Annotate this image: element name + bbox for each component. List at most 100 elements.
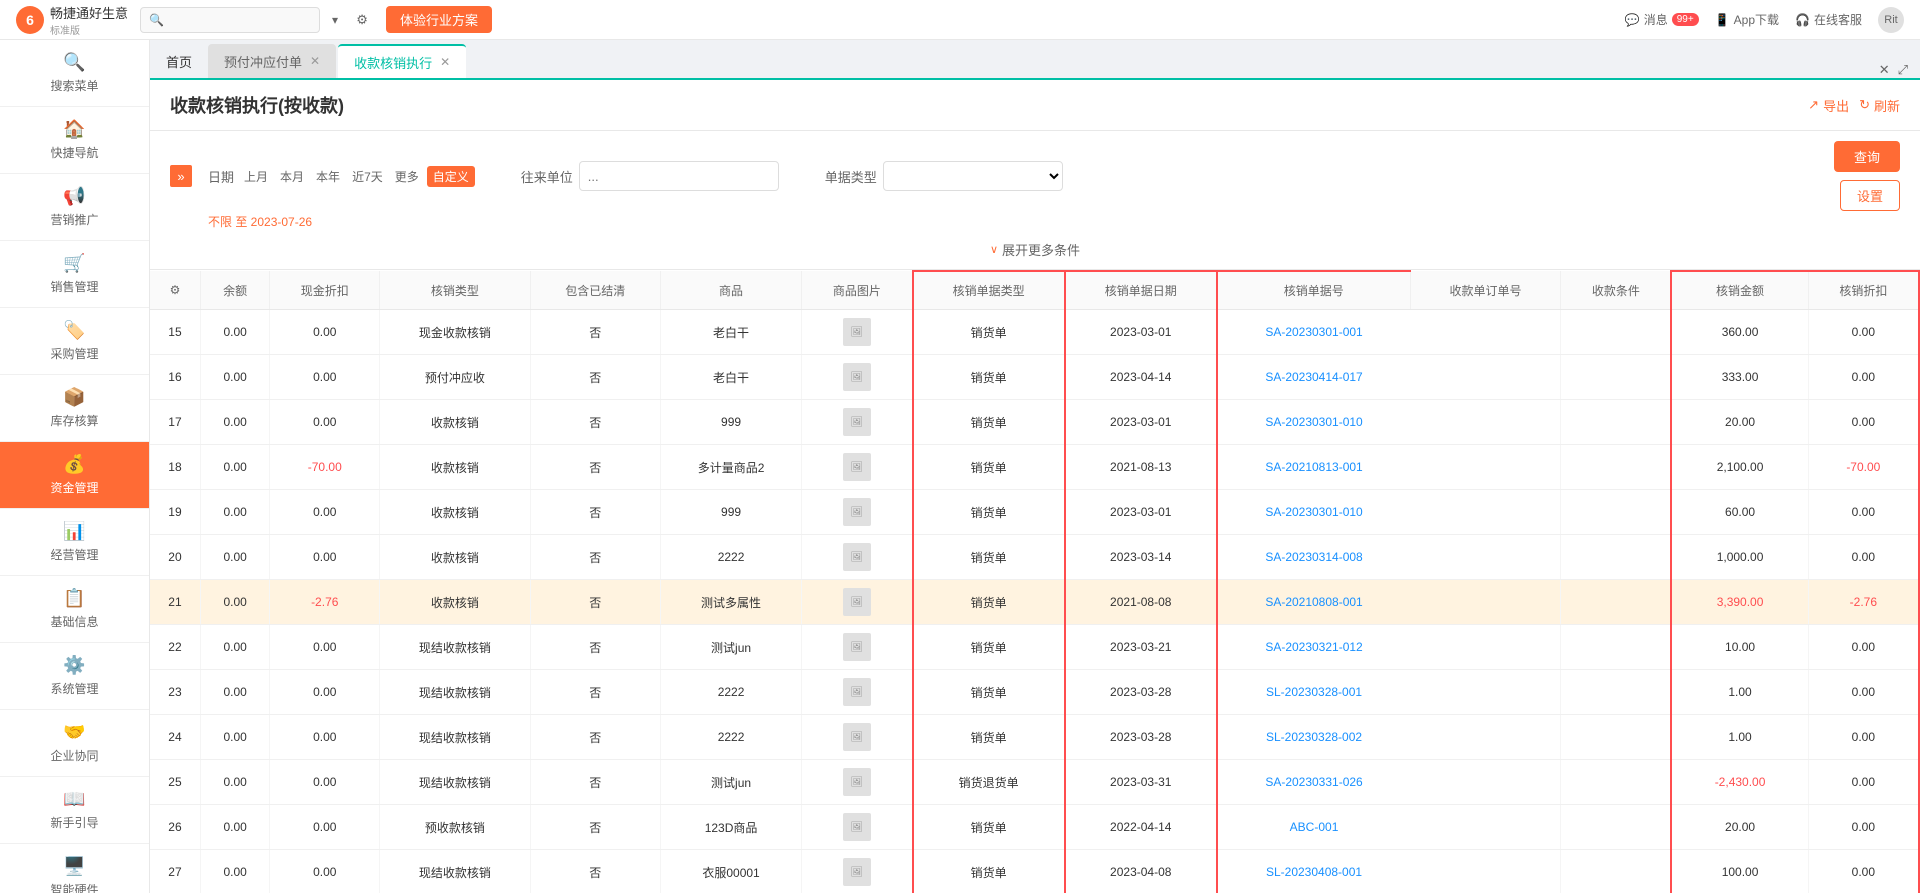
sidebar-item-hardware[interactable]: 🖥️ 智能硬件 [0, 844, 149, 893]
date-range-display: 不限 至 2023-07-26 [208, 213, 1900, 230]
partner-filter-input[interactable] [579, 161, 779, 191]
tab-close-all-icon[interactable]: ✕ [1879, 62, 1890, 78]
bill-no-link[interactable]: SA-20210808-001 [1265, 595, 1362, 609]
sidebar-item-purchase[interactable]: 🏷️ 采购管理 [0, 308, 149, 375]
bill-no-link[interactable]: SA-20230331-026 [1265, 775, 1362, 789]
online-service-button[interactable]: 🎧 在线客服 [1795, 11, 1862, 28]
bill-no-link[interactable]: SL-20230328-002 [1266, 730, 1362, 744]
cell-seq: 21 [150, 580, 200, 625]
sidebar-item-finance[interactable]: 💰 资金管理 [0, 442, 149, 509]
cell-receipt-order-no [1410, 490, 1560, 535]
bill-no-link[interactable]: SL-20230328-001 [1266, 685, 1362, 699]
cell-receipt-order-no [1410, 670, 1560, 715]
cell-bill-type: 销货单 [913, 580, 1065, 625]
industry-solution-button[interactable]: 体验行业方案 [386, 6, 492, 33]
filter-toggle-button[interactable]: » [170, 165, 192, 187]
date-last-month[interactable]: 上月 [240, 166, 272, 187]
sidebar-label-inventory: 库存核算 [50, 412, 98, 429]
sidebar-item-basic[interactable]: 📋 基础信息 [0, 576, 149, 643]
cell-receipt-condition [1561, 715, 1672, 760]
purchase-icon: 🏷️ [63, 320, 85, 341]
cell-bill-date: 2023-03-14 [1065, 535, 1217, 580]
sales-icon: 🛒 [63, 253, 85, 274]
sidebar-label-system: 系统管理 [50, 680, 98, 697]
cell-write-off-type: 预付冲应收 [380, 355, 530, 400]
sidebar-item-collab[interactable]: 🤝 企业协同 [0, 710, 149, 777]
cell-goods-image: 🖼 [802, 400, 913, 445]
bill-no-link[interactable]: SA-20210813-001 [1265, 460, 1362, 474]
cell-receipt-order-no [1410, 355, 1560, 400]
cell-write-off-amount: 20.00 [1671, 400, 1808, 445]
sidebar-label-sales: 销售管理 [50, 278, 98, 295]
cell-seq: 18 [150, 445, 200, 490]
tab-collection[interactable]: 收款核销执行 ✕ [338, 44, 466, 78]
page-title: 收款核销执行(按收款) [170, 92, 344, 118]
cell-goods-image: 🖼 [802, 355, 913, 400]
refresh-button[interactable]: ↻ 刷新 [1859, 96, 1900, 115]
dropdown-arrow[interactable]: ▾ [332, 13, 338, 27]
th-settings[interactable]: ⚙ [150, 271, 200, 310]
sidebar-item-shortcut[interactable]: 🏠 快捷导航 [0, 107, 149, 174]
settings-gear-icon[interactable]: ⚙ [350, 8, 374, 32]
sidebar-item-system[interactable]: ⚙️ 系统管理 [0, 643, 149, 710]
date-7days[interactable]: 近7天 [348, 166, 387, 187]
app-download-button[interactable]: 📱 App下载 [1715, 11, 1779, 28]
cell-cash-discount: 0.00 [270, 535, 380, 580]
bill-no-link[interactable]: SL-20230408-001 [1266, 865, 1362, 879]
page-content: 收款核销执行(按收款) ↗ 导出 ↻ 刷新 » [150, 80, 1920, 893]
bill-no-link[interactable]: SA-20230301-010 [1265, 415, 1362, 429]
date-this-year[interactable]: 本年 [312, 166, 344, 187]
cell-cash-discount: 0.00 [270, 760, 380, 805]
operation-icon: 📊 [63, 521, 85, 542]
tab-home[interactable]: 首页 [150, 44, 208, 78]
sidebar-item-guide[interactable]: 📖 新手引导 [0, 777, 149, 844]
export-button[interactable]: ↗ 导出 [1808, 96, 1849, 115]
date-more[interactable]: 更多 [391, 166, 423, 187]
bill-no-link[interactable]: SA-20230321-012 [1265, 640, 1362, 654]
cell-cash-discount: 0.00 [270, 355, 380, 400]
query-button[interactable]: 查询 [1834, 141, 1900, 172]
filter-settings-button[interactable]: 设置 [1840, 180, 1900, 211]
refresh-icon: ↻ [1859, 97, 1870, 113]
sidebar-item-marketing[interactable]: 📢 营销推广 [0, 174, 149, 241]
finance-icon: 💰 [63, 454, 85, 475]
content-area: 首页 预付冲应付单 ✕ 收款核销执行 ✕ ✕ ⤢ 收款核销执行(按收款) [150, 40, 1920, 893]
sidebar-item-operation[interactable]: 📊 经营管理 [0, 509, 149, 576]
bill-no-link[interactable]: SA-20230301-001 [1265, 325, 1362, 339]
date-custom-button[interactable]: 自定义 [427, 166, 475, 187]
date-this-month[interactable]: 本月 [276, 166, 308, 187]
cell-receipt-condition [1561, 670, 1672, 715]
table-row: 23 0.00 0.00 现结收款核销 否 2222 🖼 销货单 2023-03… [150, 670, 1919, 715]
expand-arrow-icon: ∨ [990, 243, 998, 256]
cell-included-cleared: 否 [530, 715, 660, 760]
system-icon: ⚙️ [63, 655, 85, 676]
cell-included-cleared: 否 [530, 580, 660, 625]
bill-no-link[interactable]: SA-20230414-017 [1265, 370, 1362, 384]
sidebar-item-inventory[interactable]: 📦 库存核算 [0, 375, 149, 442]
bill-type-select[interactable] [883, 161, 1063, 191]
bill-no-link[interactable]: SA-20230301-010 [1265, 505, 1362, 519]
cell-write-off-type: 收款核销 [380, 490, 530, 535]
tab-prepay[interactable]: 预付冲应付单 ✕ [208, 44, 336, 78]
cell-cash-discount: 0.00 [270, 850, 380, 893]
cell-seq: 20 [150, 535, 200, 580]
sidebar-label-basic: 基础信息 [50, 613, 98, 630]
user-avatar[interactable]: Rit [1878, 7, 1904, 33]
sidebar-item-sales[interactable]: 🛒 销售管理 [0, 241, 149, 308]
cell-bill-no: SA-20230314-008 [1217, 535, 1410, 580]
cell-bill-date: 2021-08-08 [1065, 580, 1217, 625]
tab-expand-icon[interactable]: ⤢ [1898, 62, 1908, 78]
tab-prepay-close[interactable]: ✕ [310, 54, 320, 68]
sidebar-label-hardware: 智能硬件 [50, 881, 98, 893]
tab-collection-close[interactable]: ✕ [440, 55, 450, 69]
inventory-icon: 📦 [63, 387, 85, 408]
sidebar-item-search[interactable]: 🔍 搜索菜单 [0, 40, 149, 107]
messages-button[interactable]: 💬 消息 99+ [1625, 11, 1699, 28]
expand-more-button[interactable]: ∨ 展开更多条件 [990, 240, 1080, 259]
cell-bill-no: SA-20230301-010 [1217, 400, 1410, 445]
cell-goods-image: 🖼 [802, 445, 913, 490]
bill-no-link[interactable]: SA-20230314-008 [1265, 550, 1362, 564]
page-header: 收款核销执行(按收款) ↗ 导出 ↻ 刷新 [150, 80, 1920, 131]
table-row: 22 0.00 0.00 现结收款核销 否 测试jun 🖼 销货单 2023-0… [150, 625, 1919, 670]
bill-no-link[interactable]: ABC-001 [1290, 820, 1339, 834]
